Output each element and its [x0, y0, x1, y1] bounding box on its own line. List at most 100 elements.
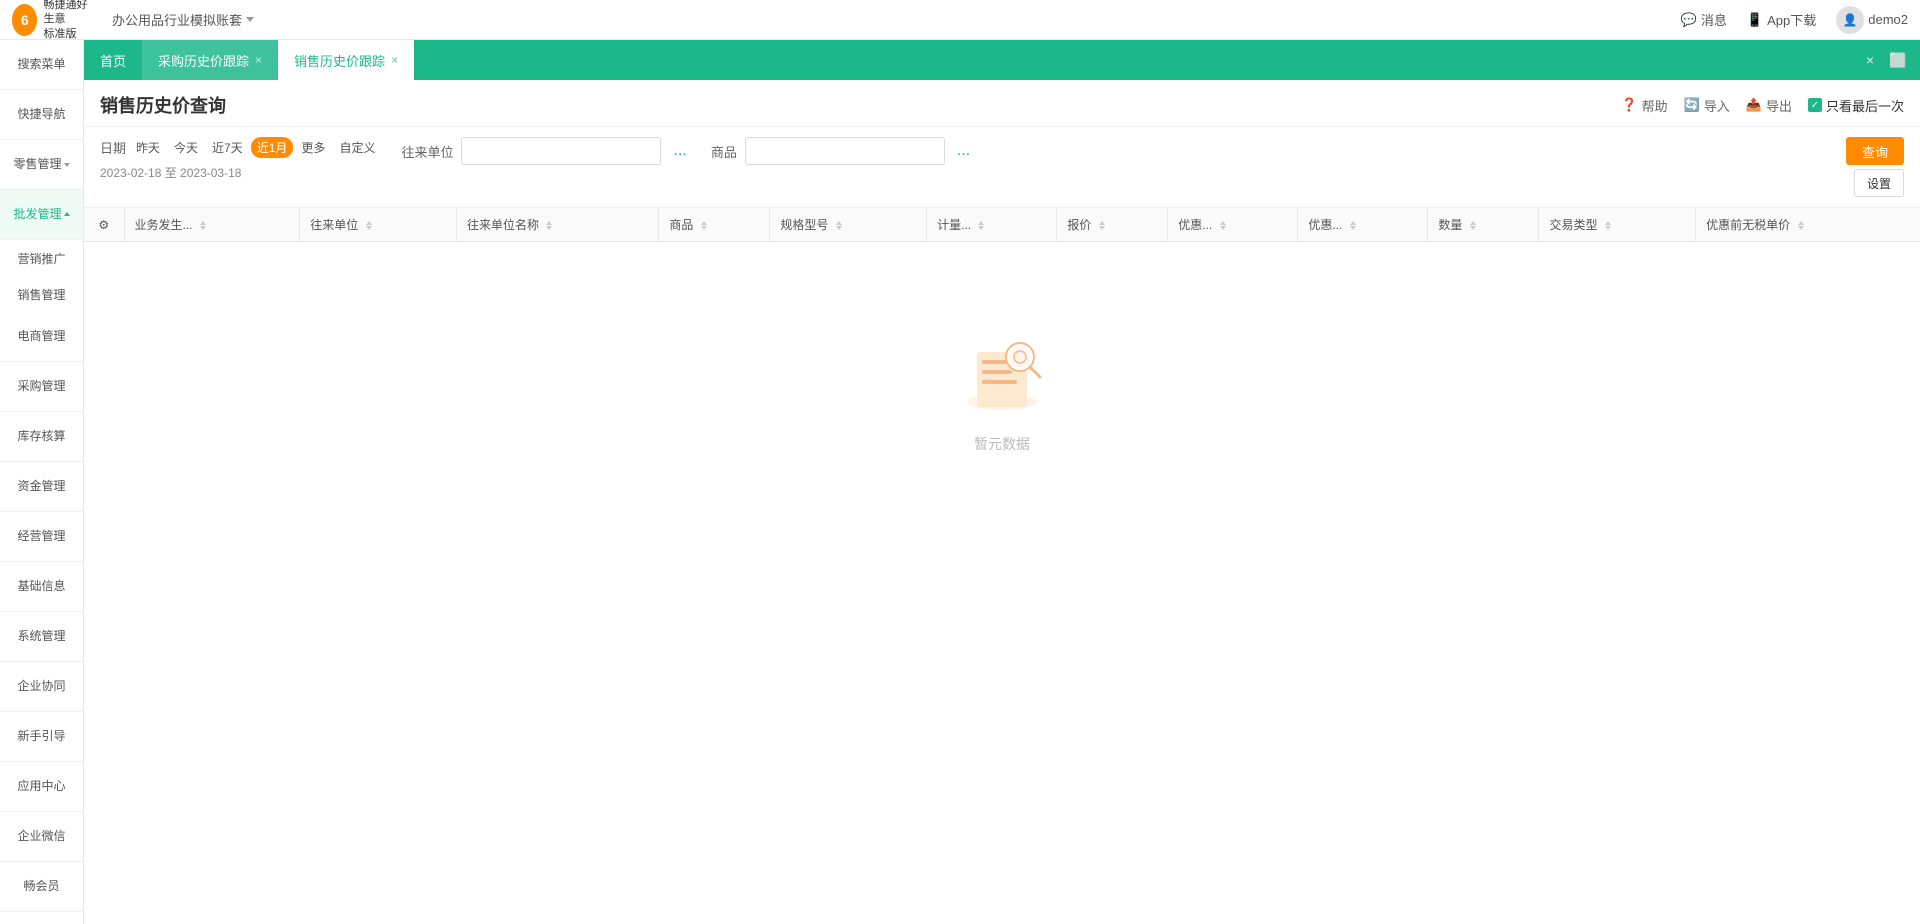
avatar: 👤: [1836, 6, 1864, 34]
date-buttons: 昨天 今天 近7天 近1月 更多 自定义: [130, 137, 381, 158]
date-range-text: 2023-02-18 至 2023-03-18: [100, 164, 381, 181]
goods-filter-section: 商品 ...: [711, 137, 974, 165]
main-layout: 搜索菜单 快捷导航 零售管理 批发管理 营销推广 销售管理 电商管理 采购管理 …: [0, 40, 1920, 924]
table-header-row: ⚙ 业务发生... 往来单位 往来单位名称: [84, 208, 1920, 242]
sidebar-item-marketing[interactable]: 营销推广: [0, 240, 83, 276]
export-button[interactable]: 📤 导出: [1746, 96, 1792, 115]
empty-state: 暂元数据: [84, 242, 1920, 534]
settings-button[interactable]: 设置: [1854, 169, 1904, 197]
sort-icon: [1099, 221, 1105, 230]
tab-home[interactable]: 首页: [84, 40, 142, 80]
download-icon: 📱: [1747, 12, 1763, 28]
sort-icon: [1605, 221, 1611, 230]
retail-mgmt-label: 零售管理: [13, 156, 61, 173]
col-discount2[interactable]: 优惠...: [1298, 208, 1428, 242]
col-spec[interactable]: 规格型号: [770, 208, 927, 242]
query-button[interactable]: 查询: [1846, 137, 1904, 165]
sidebar-item-wholesale-mgmt[interactable]: 批发管理: [0, 190, 83, 240]
date-btn-custom[interactable]: 自定义: [333, 137, 381, 158]
sidebar-item-sys-mgmt[interactable]: 系统管理: [0, 612, 83, 662]
top-header: 6 畅捷通好生意 标准版 办公用品行业模拟账套 💬 消息 📱 App下载 👤 d…: [0, 0, 1920, 40]
sidebar-item-finance-mgmt[interactable]: 资金管理: [0, 462, 83, 512]
sidebar-item-retail-mgmt[interactable]: 零售管理: [0, 140, 83, 190]
date-btn-today[interactable]: 今天: [168, 137, 204, 158]
sort-icon: [366, 221, 372, 230]
maximize-button[interactable]: ⬜: [1888, 50, 1908, 70]
sidebar-item-ops-mgmt[interactable]: 经营管理: [0, 512, 83, 562]
col-pretax-price[interactable]: 优惠前无税单价: [1696, 208, 1920, 242]
col-quote[interactable]: 报价: [1057, 208, 1168, 242]
message-button[interactable]: 💬 消息: [1681, 10, 1727, 29]
sidebar-item-app-center[interactable]: 应用中心: [0, 762, 83, 812]
col-trade-type[interactable]: 交易类型: [1539, 208, 1696, 242]
purchase-history-tab-label: 采购历史价跟踪: [158, 51, 249, 70]
tab-purchase-history[interactable]: 采购历史价跟踪 ×: [142, 40, 278, 80]
app-download-button[interactable]: 📱 App下载: [1747, 10, 1816, 29]
only-last-checkbox-label[interactable]: ✓ 只看最后一次: [1808, 96, 1904, 115]
col-partner-name[interactable]: 往来单位名称: [456, 208, 658, 242]
help-icon: ❓: [1621, 97, 1637, 113]
gear-icon[interactable]: ⚙: [98, 218, 109, 232]
table-container: ⚙ 业务发生... 往来单位 往来单位名称: [84, 208, 1920, 534]
filter-date-section: 日期 昨天 今天 近7天 近1月 更多 自定义 2023-02-18 至 202…: [100, 137, 381, 181]
tab-close-sales-history[interactable]: ×: [391, 53, 398, 67]
sort-icon: [978, 221, 984, 230]
partner-dots-button[interactable]: ...: [669, 142, 690, 160]
app-selector[interactable]: 办公用品行业模拟账套: [112, 10, 254, 29]
col-goods[interactable]: 商品: [659, 208, 770, 242]
home-tab-label: 首页: [100, 51, 126, 70]
sidebar-item-purchase-mgmt[interactable]: 采购管理: [0, 362, 83, 412]
page-content: 销售历史价查询 ❓ 帮助 🔄 导入 📤 导出 ✓: [84, 80, 1920, 924]
sidebar-item-guide[interactable]: 新手引导: [0, 712, 83, 762]
content-area: 首页 采购历史价跟踪 × 销售历史价跟踪 × × ⬜ 销售历史价查询: [84, 40, 1920, 924]
sidebar-item-wechat[interactable]: 企业微信: [0, 812, 83, 862]
page-header: 销售历史价查询 ❓ 帮助 🔄 导入 📤 导出 ✓: [84, 80, 1920, 127]
goods-label: 商品: [711, 142, 737, 161]
sidebar-item-quick-nav[interactable]: 快捷导航: [0, 90, 83, 140]
date-btn-1month[interactable]: 近1月: [251, 137, 294, 158]
sort-icon: [1470, 221, 1476, 230]
empty-text: 暂元数据: [974, 434, 1030, 454]
sidebar: 搜索菜单 快捷导航 零售管理 批发管理 营销推广 销售管理 电商管理 采购管理 …: [0, 40, 84, 924]
sidebar-item-coop[interactable]: 企业协同: [0, 662, 83, 712]
goods-input[interactable]: [745, 137, 945, 165]
date-label: 日期: [100, 138, 126, 157]
col-quantity[interactable]: 数量: [1428, 208, 1539, 242]
sidebar-item-member[interactable]: 畅会员: [0, 862, 83, 912]
date-btn-yesterday[interactable]: 昨天: [130, 137, 166, 158]
close-tab-button[interactable]: ×: [1860, 50, 1880, 70]
tab-close-purchase-history[interactable]: ×: [255, 53, 262, 67]
logo-area: 6 畅捷通好生意 标准版: [12, 0, 96, 41]
header-center: 办公用品行业模拟账套: [96, 10, 1681, 29]
help-button[interactable]: ❓ 帮助: [1621, 96, 1667, 115]
sidebar-item-ecom-mgmt[interactable]: 电商管理: [0, 312, 83, 362]
sidebar-item-search-menu[interactable]: 搜索菜单: [0, 40, 83, 90]
partner-input[interactable]: [461, 137, 661, 165]
only-last-checkbox[interactable]: ✓: [1808, 98, 1822, 112]
sidebar-item-basic-info[interactable]: 基础信息: [0, 562, 83, 612]
sort-icon: [200, 221, 206, 230]
user-menu[interactable]: 👤 demo2: [1836, 6, 1908, 34]
sidebar-item-sales-mgmt[interactable]: 销售管理: [0, 276, 83, 312]
goods-dots-button[interactable]: ...: [953, 142, 974, 160]
col-discount1[interactable]: 优惠...: [1168, 208, 1298, 242]
empty-illustration: [952, 322, 1052, 422]
data-table: ⚙ 业务发生... 往来单位 往来单位名称: [84, 208, 1920, 242]
logo-text: 畅捷通好生意 标准版: [43, 0, 96, 41]
tab-sales-history[interactable]: 销售历史价跟踪 ×: [278, 40, 414, 80]
sidebar-item-inventory[interactable]: 库存核算: [0, 412, 83, 462]
sort-icon: [1220, 221, 1226, 230]
col-unit[interactable]: 计量...: [927, 208, 1057, 242]
chevron-down-icon: [64, 163, 70, 167]
sort-icon: [836, 221, 842, 230]
import-button[interactable]: 🔄 导入: [1684, 96, 1730, 115]
date-btn-7days[interactable]: 近7天: [206, 137, 249, 158]
wholesale-mgmt-label: 批发管理: [13, 206, 61, 223]
col-biz-date[interactable]: 业务发生...: [124, 208, 300, 242]
logo-icon: 6: [12, 4, 37, 36]
quick-nav-label: 快捷导航: [17, 106, 65, 123]
col-settings[interactable]: ⚙: [84, 208, 124, 242]
import-icon: 🔄: [1684, 97, 1700, 113]
date-btn-more[interactable]: 更多: [295, 137, 331, 158]
col-partner-code[interactable]: 往来单位: [300, 208, 457, 242]
